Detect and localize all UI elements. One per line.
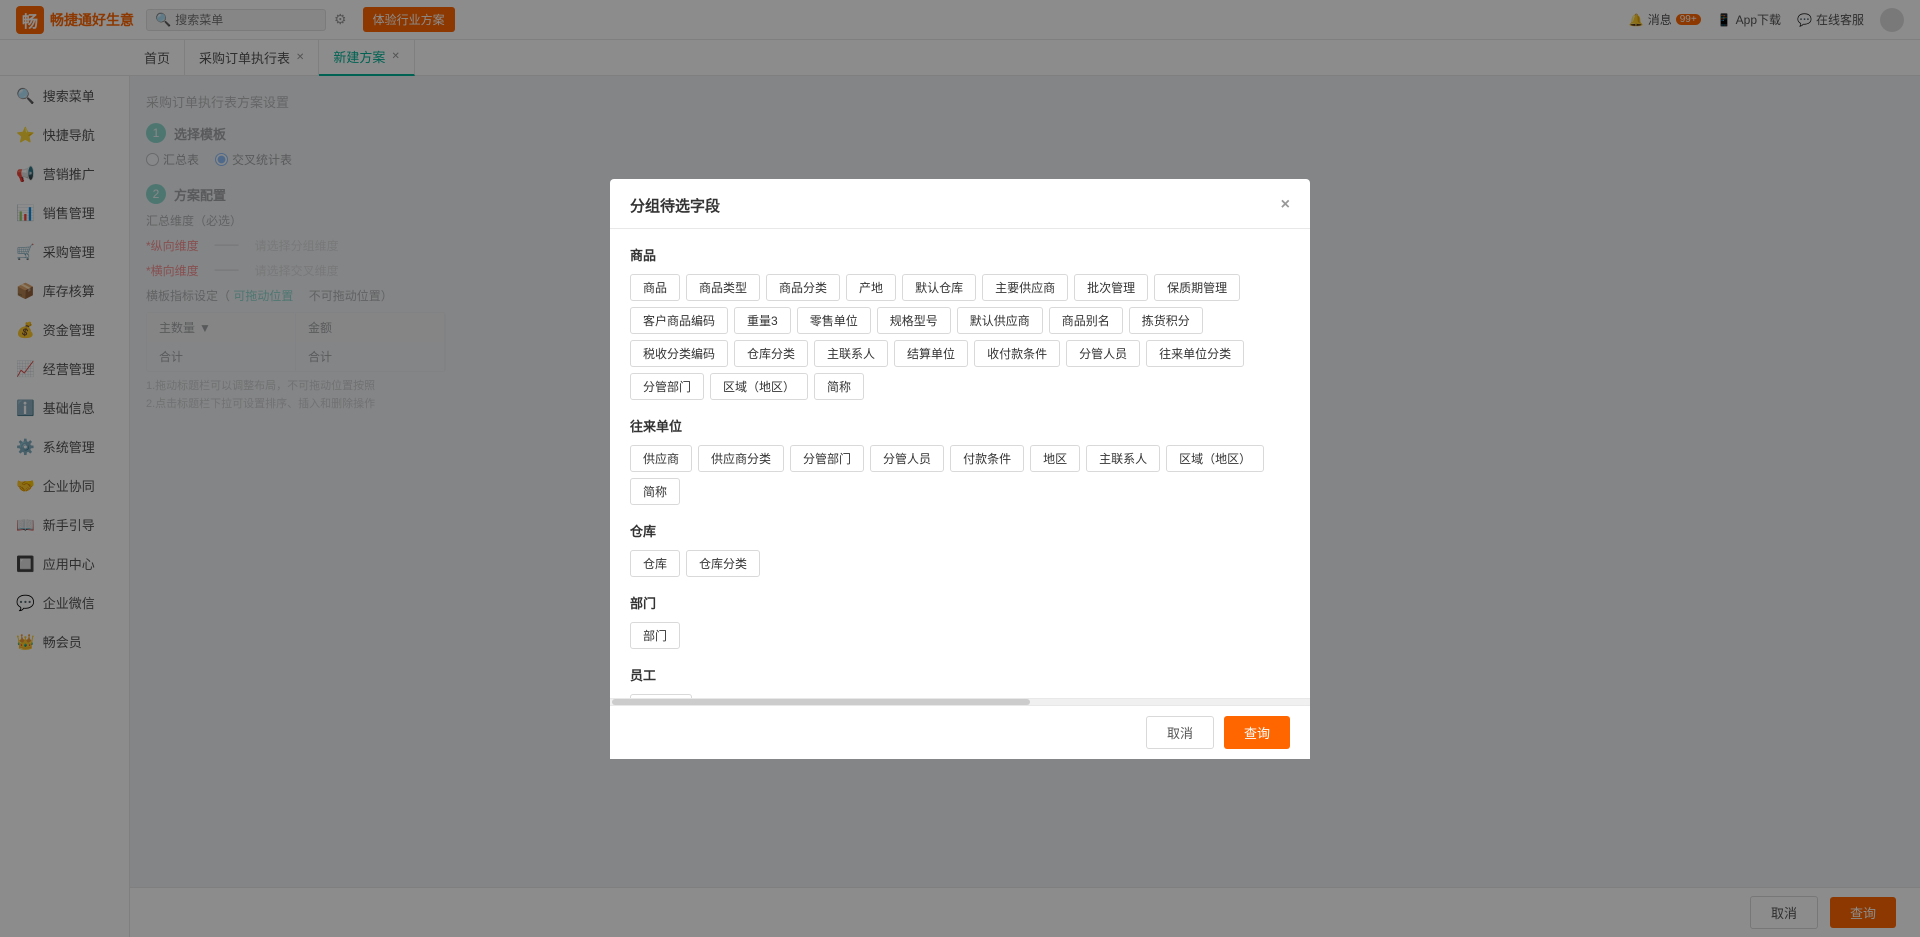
modal-cancel-btn[interactable]: 取消 <box>1146 716 1214 749</box>
field-tag-partner-abbr[interactable]: 简称 <box>630 478 680 505</box>
goods-field-tags: 商品 商品类型 商品分类 产地 默认仓库 主要供应商 批次管理 保质期管理 客户… <box>630 274 1290 400</box>
field-tag-partner-contact[interactable]: 主联系人 <box>1086 445 1160 472</box>
field-select-modal: 分组待选字段 × 商品 商品 商品类型 商品分类 产地 默认仓库 主要供应商 批… <box>610 179 1310 759</box>
modal-title: 分组待选字段 <box>630 195 720 216</box>
section-goods-title: 商品 <box>630 245 1290 264</box>
field-tag-main-contact[interactable]: 主联系人 <box>814 340 888 367</box>
section-department: 部门 部门 <box>630 593 1290 649</box>
field-tag-partner-supervisor[interactable]: 分管人员 <box>870 445 944 472</box>
horizontal-scrollbar[interactable] <box>610 698 1310 705</box>
field-tag-default-warehouse[interactable]: 默认仓库 <box>902 274 976 301</box>
modal-header: 分组待选字段 × <box>610 179 1310 229</box>
field-tag-main-supplier[interactable]: 主要供应商 <box>982 274 1068 301</box>
section-warehouse: 仓库 仓库 仓库分类 <box>630 521 1290 577</box>
field-tag-customer-code[interactable]: 客户商品编码 <box>630 307 728 334</box>
field-tag-default-supplier[interactable]: 默认供应商 <box>957 307 1043 334</box>
partner-field-tags: 供应商 供应商分类 分管部门 分管人员 付款条件 地区 主联系人 区域（地区） … <box>630 445 1290 505</box>
section-dept-title: 部门 <box>630 593 1290 612</box>
field-tag-dept[interactable]: 部门 <box>630 622 680 649</box>
field-tag-abbr[interactable]: 简称 <box>814 373 864 400</box>
field-tag-partner-category[interactable]: 往来单位分类 <box>1146 340 1244 367</box>
field-tag-pick-points[interactable]: 拣货积分 <box>1129 307 1203 334</box>
field-tag-partner-payment[interactable]: 付款条件 <box>950 445 1024 472</box>
field-tag-weight3[interactable]: 重量3 <box>734 307 791 334</box>
section-employee: 员工 业务员 <box>630 665 1290 698</box>
field-tag-spec-model[interactable]: 规格型号 <box>877 307 951 334</box>
field-tag-goods[interactable]: 商品 <box>630 274 680 301</box>
field-tag-supplier-category[interactable]: 供应商分类 <box>698 445 784 472</box>
field-tag-supplier[interactable]: 供应商 <box>630 445 692 472</box>
field-tag-goods-alias[interactable]: 商品别名 <box>1049 307 1123 334</box>
section-emp-title: 员工 <box>630 665 1290 684</box>
field-tag-origin[interactable]: 产地 <box>846 274 896 301</box>
field-tag-partner-region[interactable]: 区域（地区） <box>1166 445 1264 472</box>
field-tag-settle-unit[interactable]: 结算单位 <box>894 340 968 367</box>
field-tag-warehouse-category[interactable]: 仓库分类 <box>734 340 808 367</box>
section-goods: 商品 商品 商品类型 商品分类 产地 默认仓库 主要供应商 批次管理 保质期管理… <box>630 245 1290 400</box>
field-tag-warehouse[interactable]: 仓库 <box>630 550 680 577</box>
field-tag-region[interactable]: 区域（地区） <box>710 373 808 400</box>
section-warehouse-title: 仓库 <box>630 521 1290 540</box>
modal-confirm-btn[interactable]: 查询 <box>1224 716 1290 749</box>
field-tag-supervisor[interactable]: 分管人员 <box>1066 340 1140 367</box>
field-tag-warehouse-cat[interactable]: 仓库分类 <box>686 550 760 577</box>
field-tag-partner-area[interactable]: 地区 <box>1030 445 1080 472</box>
dept-field-tags: 部门 <box>630 622 1290 649</box>
section-partner: 往来单位 供应商 供应商分类 分管部门 分管人员 付款条件 地区 主联系人 区域… <box>630 416 1290 505</box>
field-tag-payment-terms[interactable]: 收付款条件 <box>974 340 1060 367</box>
field-tag-goods-category[interactable]: 商品分类 <box>766 274 840 301</box>
field-tag-goods-type[interactable]: 商品类型 <box>686 274 760 301</box>
modal-body: 商品 商品 商品类型 商品分类 产地 默认仓库 主要供应商 批次管理 保质期管理… <box>610 229 1310 698</box>
field-tag-partner-dept[interactable]: 分管部门 <box>790 445 864 472</box>
field-tag-supervise-dept[interactable]: 分管部门 <box>630 373 704 400</box>
modal-footer: 取消 查询 <box>610 705 1310 759</box>
field-tag-expiry-mgmt[interactable]: 保质期管理 <box>1154 274 1240 301</box>
section-partner-title: 往来单位 <box>630 416 1290 435</box>
modal-overlay: 分组待选字段 × 商品 商品 商品类型 商品分类 产地 默认仓库 主要供应商 批… <box>0 0 1920 937</box>
field-tag-batch-mgmt[interactable]: 批次管理 <box>1074 274 1148 301</box>
field-tag-retail-unit[interactable]: 零售单位 <box>797 307 871 334</box>
modal-close-btn[interactable]: × <box>1281 196 1290 214</box>
field-tag-tax-code[interactable]: 税收分类编码 <box>630 340 728 367</box>
warehouse-field-tags: 仓库 仓库分类 <box>630 550 1290 577</box>
